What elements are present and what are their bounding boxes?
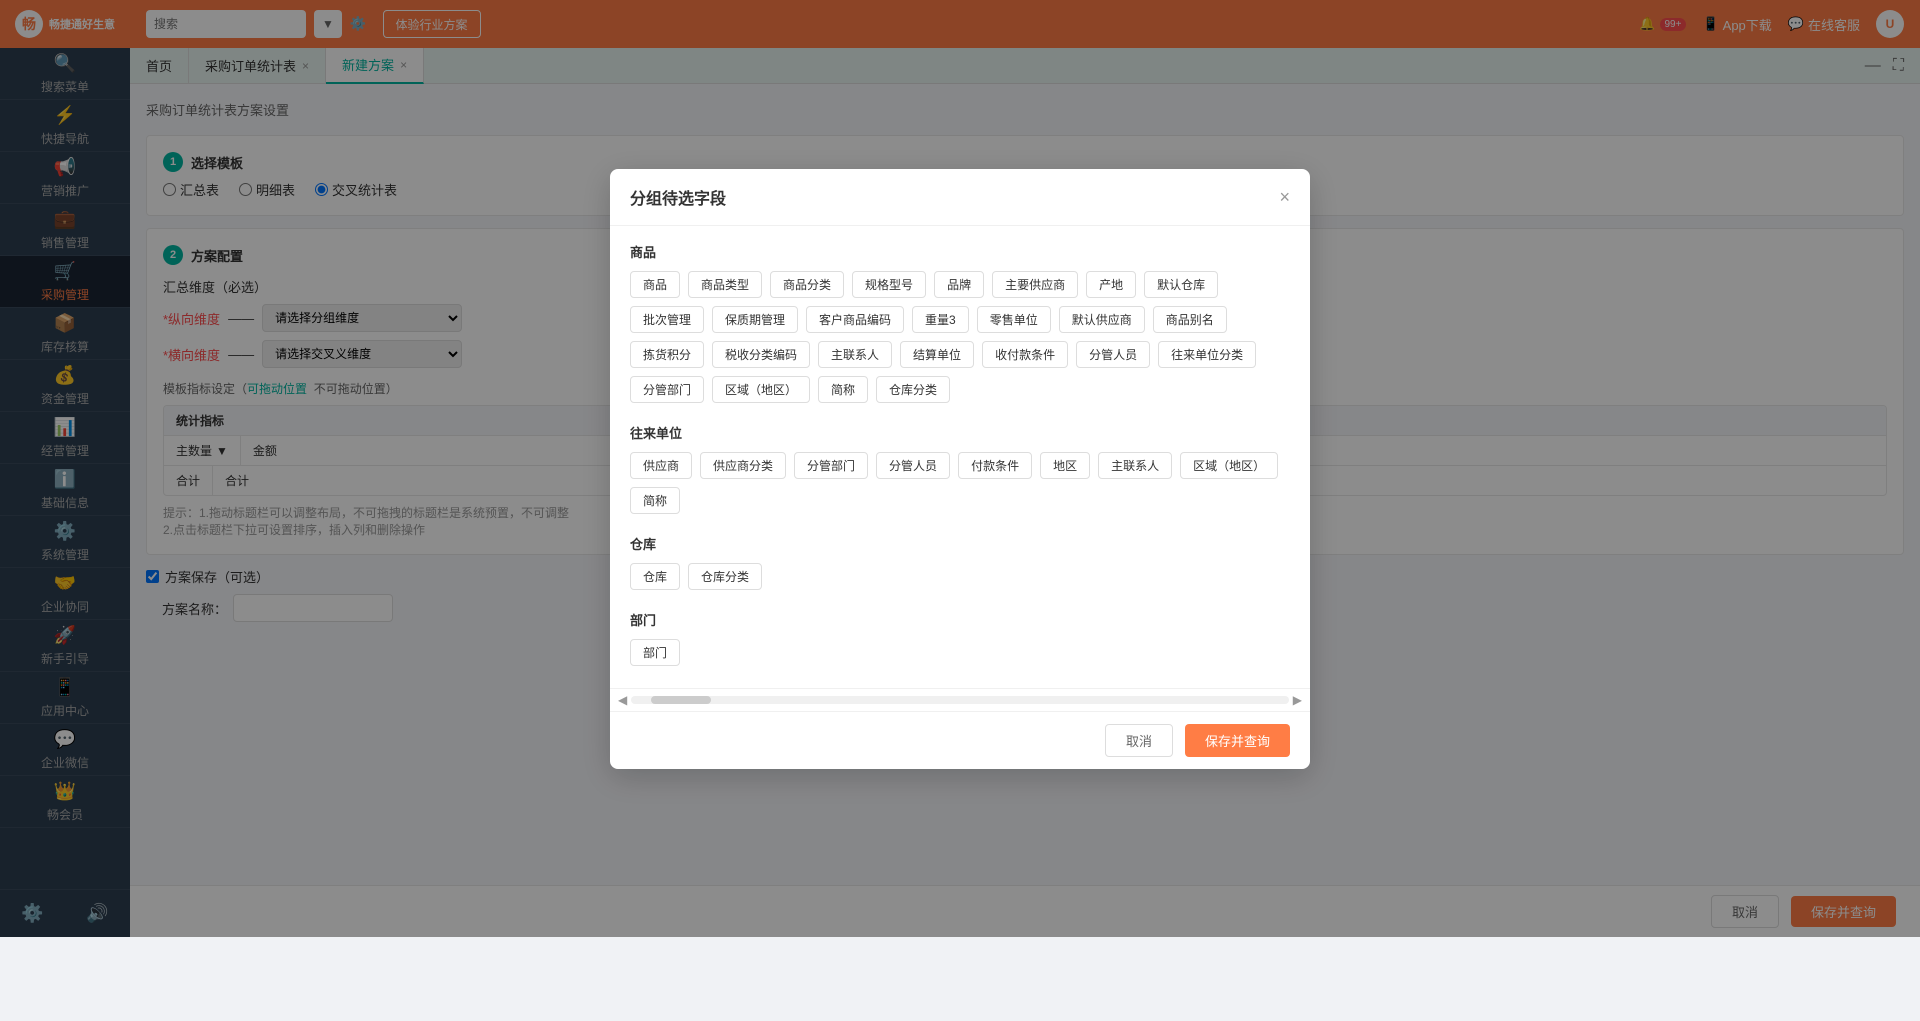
tag-partner-category[interactable]: 往来单位分类 (1158, 341, 1256, 368)
hscroll-track[interactable] (631, 696, 1289, 704)
tag-default-warehouse[interactable]: 默认仓库 (1144, 271, 1218, 298)
hscroll-thumb (651, 696, 711, 704)
modal-overlay: 分组待选字段 × 商品 商品 商品类型 商品分类 规格型号 品牌 主要供应商 产… (0, 0, 1920, 937)
tag-dept[interactable]: 部门 (630, 639, 680, 666)
section-goods: 商品 商品 商品类型 商品分类 规格型号 品牌 主要供应商 产地 默认仓库 批次… (630, 242, 1290, 403)
modal-body: 商品 商品 商品类型 商品分类 规格型号 品牌 主要供应商 产地 默认仓库 批次… (610, 226, 1310, 688)
tag-warehouse[interactable]: 仓库 (630, 563, 680, 590)
tag-shelf-life[interactable]: 保质期管理 (712, 306, 798, 333)
tag-supplier-cat[interactable]: 供应商分类 (700, 452, 786, 479)
tag-warehouse-cat[interactable]: 仓库分类 (876, 376, 950, 403)
section-goods-tags: 商品 商品类型 商品分类 规格型号 品牌 主要供应商 产地 默认仓库 批次管理 … (630, 271, 1290, 403)
modal-field-select: 分组待选字段 × 商品 商品 商品类型 商品分类 规格型号 品牌 主要供应商 产… (610, 169, 1310, 769)
hscroll-left-arrow[interactable]: ◀ (618, 693, 627, 707)
tag-pick-points[interactable]: 拣货积分 (630, 341, 704, 368)
tag-spec-model[interactable]: 规格型号 (852, 271, 926, 298)
modal-cancel-btn[interactable]: 取消 (1105, 724, 1173, 757)
modal-footer: 取消 保存并查询 (610, 711, 1310, 769)
section-dept: 部门 部门 (630, 610, 1290, 666)
tag-district[interactable]: 地区 (1040, 452, 1090, 479)
tag-payment-cond[interactable]: 付款条件 (958, 452, 1032, 479)
modal-confirm-btn[interactable]: 保存并查询 (1185, 724, 1290, 757)
tag-manager-person[interactable]: 分管人员 (1076, 341, 1150, 368)
tag-region-partner[interactable]: 区域（地区） (1180, 452, 1278, 479)
tag-main-supplier[interactable]: 主要供应商 (992, 271, 1078, 298)
section-warehouse-title: 仓库 (630, 534, 1290, 553)
tag-default-supplier[interactable]: 默认供应商 (1059, 306, 1145, 333)
tag-goods-alias[interactable]: 商品别名 (1153, 306, 1227, 333)
tag-abbr-goods[interactable]: 简称 (818, 376, 868, 403)
tag-payment-terms[interactable]: 收付款条件 (982, 341, 1068, 368)
section-partner: 往来单位 供应商 供应商分类 分管部门 分管人员 付款条件 地区 主联系人 区域… (630, 423, 1290, 514)
tag-manage-dept[interactable]: 分管部门 (630, 376, 704, 403)
section-dept-tags: 部门 (630, 639, 1290, 666)
tag-tax-code[interactable]: 税收分类编码 (712, 341, 810, 368)
tag-customer-code[interactable]: 客户商品编码 (806, 306, 904, 333)
modal-title: 分组待选字段 (630, 185, 726, 209)
tag-abbr-partner[interactable]: 简称 (630, 487, 680, 514)
tag-supplier[interactable]: 供应商 (630, 452, 692, 479)
section-partner-tags: 供应商 供应商分类 分管部门 分管人员 付款条件 地区 主联系人 区域（地区） … (630, 452, 1290, 514)
tag-main-contact-partner[interactable]: 主联系人 (1098, 452, 1172, 479)
modal-header: 分组待选字段 × (610, 169, 1310, 226)
tag-goods-type[interactable]: 商品类型 (688, 271, 762, 298)
section-warehouse-tags: 仓库 仓库分类 (630, 563, 1290, 590)
tag-goods-category[interactable]: 商品分类 (770, 271, 844, 298)
hscroll-right-arrow[interactable]: ▶ (1293, 693, 1302, 707)
tag-goods[interactable]: 商品 (630, 271, 680, 298)
tag-warehouse-category[interactable]: 仓库分类 (688, 563, 762, 590)
section-dept-title: 部门 (630, 610, 1290, 629)
tag-dept-partner[interactable]: 分管部门 (794, 452, 868, 479)
tag-settle-unit[interactable]: 结算单位 (900, 341, 974, 368)
section-warehouse: 仓库 仓库 仓库分类 (630, 534, 1290, 590)
tag-weight3[interactable]: 重量3 (912, 306, 969, 333)
tag-brand[interactable]: 品牌 (934, 271, 984, 298)
tag-person-partner[interactable]: 分管人员 (876, 452, 950, 479)
tag-retail-unit[interactable]: 零售单位 (977, 306, 1051, 333)
tag-main-contact[interactable]: 主联系人 (818, 341, 892, 368)
section-goods-title: 商品 (630, 242, 1290, 261)
tag-region-goods[interactable]: 区域（地区） (712, 376, 810, 403)
modal-close-btn[interactable]: × (1279, 188, 1290, 206)
tag-origin[interactable]: 产地 (1086, 271, 1136, 298)
tag-batch-mgmt[interactable]: 批次管理 (630, 306, 704, 333)
modal-hscroll-area: ◀ ▶ (610, 688, 1310, 711)
section-partner-title: 往来单位 (630, 423, 1290, 442)
